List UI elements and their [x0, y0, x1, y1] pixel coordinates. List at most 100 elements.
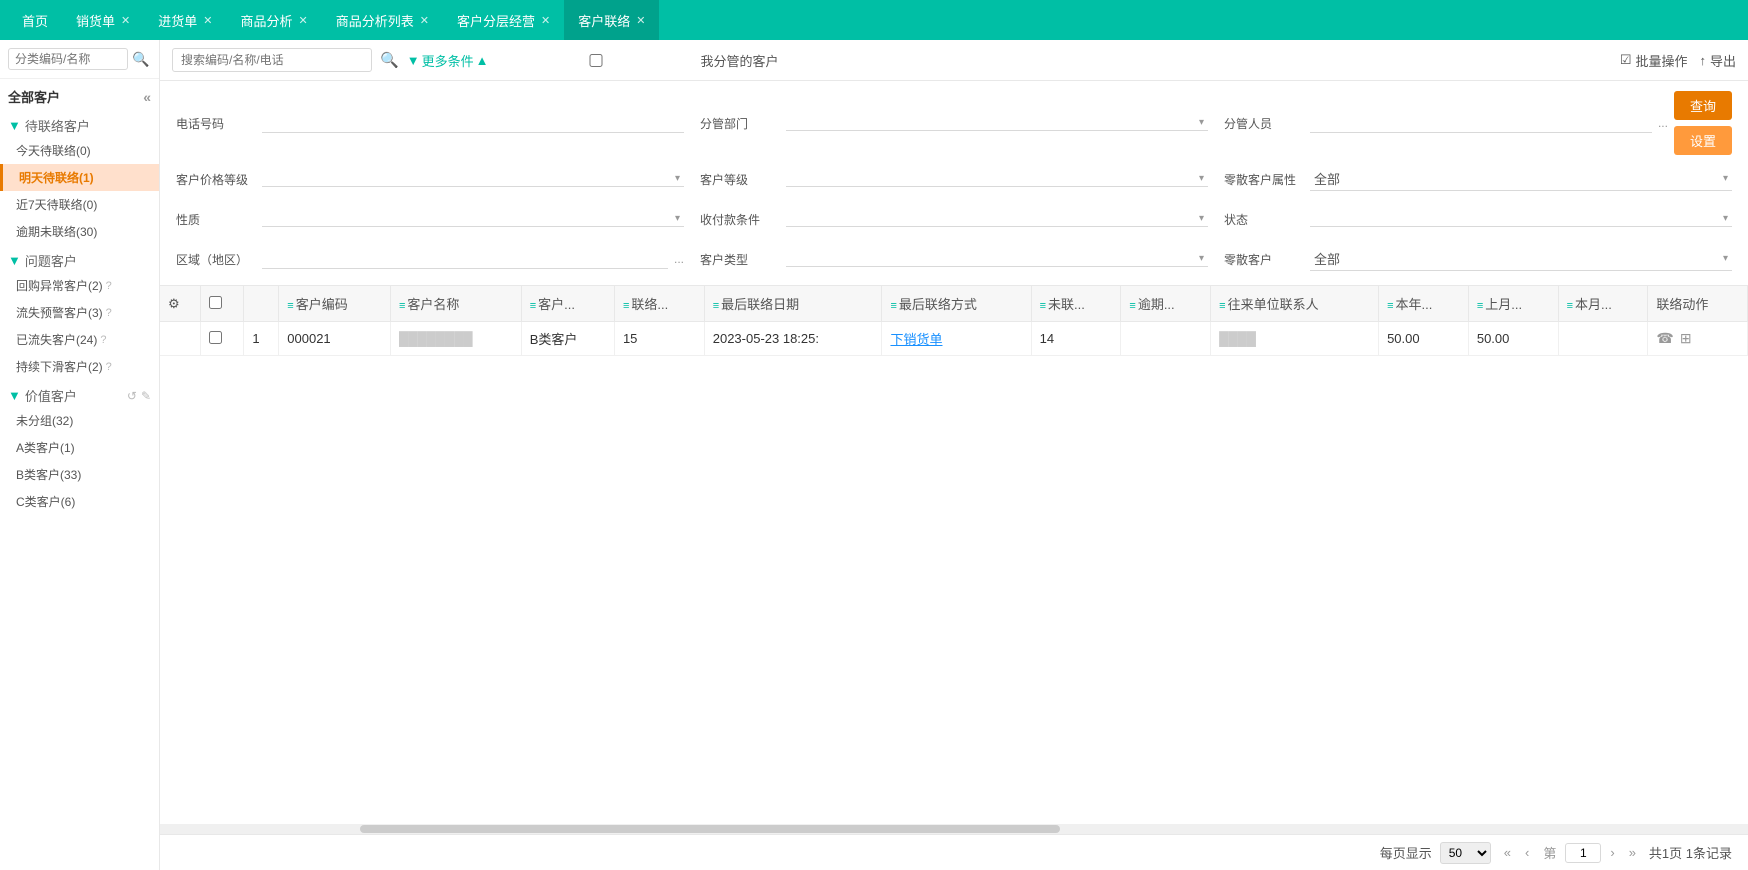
filter-dept-select[interactable]: ▾ [786, 115, 1208, 131]
sidebar-item-class-a[interactable]: A类客户(1) [0, 434, 159, 461]
sidebar-item-ungrouped[interactable]: 未分组(32) [0, 407, 159, 434]
nav-customer-contact[interactable]: 客户联络 ✕ [564, 0, 659, 40]
filter-retail-customer-select[interactable]: 全部 ▾ [1310, 247, 1732, 271]
sidebar-collapse-btn[interactable]: « [143, 89, 151, 105]
help-icon-1: ? [106, 280, 112, 292]
settings-button[interactable]: 设置 [1674, 126, 1732, 155]
col-uncontacted[interactable]: ≡未联... [1031, 286, 1121, 322]
filter-phone-input[interactable] [262, 114, 684, 133]
page-input[interactable] [1565, 843, 1601, 863]
batch-op-btn[interactable]: ☑ 批量操作 [1620, 51, 1688, 70]
sidebar-item-7days-contact[interactable]: 近7天待联络(0) [0, 191, 159, 218]
more-conditions-btn[interactable]: ▼ 更多条件 ▲ [407, 51, 489, 70]
filter-row-payment: 收付款条件 ▾ [700, 203, 1208, 235]
sidebar-item-declining[interactable]: 持续下滑客户(2)? [0, 353, 159, 380]
export-btn[interactable]: ↑ 导出 [1699, 51, 1736, 70]
close-analysis-tab[interactable]: ✕ [299, 14, 308, 27]
table-row: 1 000021 ████████ B类客户 15 2023-05-23 18:… [160, 322, 1748, 356]
triangle-icon-3: ▼ [8, 388, 21, 403]
col-type[interactable]: ≡客户... [521, 286, 614, 322]
cell-partner: ████ [1211, 322, 1379, 356]
last-page-btn[interactable]: » [1624, 843, 1641, 862]
sidebar-item-tomorrow-contact[interactable]: 明天待联络(1) [0, 164, 159, 191]
col-last-method[interactable]: ≡最后联络方式 [882, 286, 1031, 322]
col-last-month[interactable]: ≡上月... [1468, 286, 1558, 322]
filter-customer-level-select[interactable]: ▾ [786, 171, 1208, 187]
sidebar-item-overdue-contact[interactable]: 逾期未联络(30) [0, 218, 159, 245]
col-action: 联络动作 [1648, 286, 1748, 322]
action-icon-grid[interactable]: ⊞ [1680, 330, 1692, 347]
filter-region-input[interactable] [262, 250, 668, 269]
all-customers-label: 全部客户 [8, 87, 60, 106]
col-contact[interactable]: ≡联络... [614, 286, 704, 322]
filter-manager-input[interactable] [1310, 114, 1652, 133]
filter-bar: 🔍 ▼ 更多条件 ▲ 我分管的客户 ☑ 批量操作 ↑ 导出 [160, 40, 1748, 81]
col-this-month[interactable]: ≡本月... [1558, 286, 1648, 322]
col-this-year[interactable]: ≡本年... [1379, 286, 1469, 322]
col-partner[interactable]: ≡往来单位联系人 [1211, 286, 1379, 322]
prev-page-btn[interactable]: ‹ [1520, 843, 1534, 862]
filter-customer-type-select[interactable]: ▾ [786, 251, 1208, 267]
filter-region-ellipsis[interactable]: ... [674, 252, 684, 266]
last-method-link[interactable]: 下销货单 [890, 332, 942, 347]
horizontal-scrollbar[interactable] [160, 824, 1748, 834]
action-icon-phone[interactable]: ☎ [1656, 330, 1673, 347]
filter-retail-attr-select[interactable]: 全部 ▾ [1310, 167, 1732, 191]
sidebar-item-class-b[interactable]: B类客户(33) [0, 461, 159, 488]
filter-row-customer-level: 客户等级 ▾ [700, 163, 1208, 195]
my-customers-label: 我分管的客户 [700, 51, 778, 70]
close-customer-segment-tab[interactable]: ✕ [541, 14, 550, 27]
nav-purchase[interactable]: 进货单 ✕ [144, 0, 226, 40]
select-all-checkbox[interactable] [209, 296, 222, 309]
nav-customer-segment[interactable]: 客户分层经营 ✕ [443, 0, 564, 40]
edit-icon[interactable]: ✎ [141, 389, 151, 403]
sidebar-item-abnormal-repurchase[interactable]: 回购异常客户(2)? [0, 272, 159, 299]
nav-home[interactable]: 首页 [8, 0, 62, 40]
sidebar-group-pending: ▼ 待联络客户 [0, 110, 159, 137]
cell-overdue [1121, 322, 1211, 356]
scrollbar-thumb[interactable] [360, 825, 1060, 833]
close-customer-contact-tab[interactable]: ✕ [636, 14, 645, 27]
search-input[interactable] [172, 48, 372, 72]
my-customers-checkbox[interactable] [496, 54, 696, 67]
filter-payment-select[interactable]: ▾ [786, 211, 1208, 227]
nav-analysis-table[interactable]: 商品分析列表 ✕ [322, 0, 443, 40]
filter-status-select[interactable]: ▾ [1310, 211, 1732, 227]
filter-label-status: 状态 [1224, 211, 1304, 228]
my-customers-filter[interactable]: 我分管的客户 [496, 51, 778, 70]
filter-nature-select[interactable]: ▾ [262, 211, 684, 227]
col-code[interactable]: ≡客户编码 [279, 286, 391, 322]
query-button[interactable]: 查询 [1674, 91, 1732, 120]
filter-price-level-select[interactable]: ▾ [262, 171, 684, 187]
filter-manager-ellipsis[interactable]: ... [1658, 116, 1668, 130]
sidebar-search-icon[interactable]: 🔍 [132, 51, 149, 68]
filter-label-region: 区域（地区） [176, 251, 256, 268]
sidebar-item-class-c[interactable]: C类客户(6) [0, 488, 159, 515]
sidebar-item-churned[interactable]: 已流失客户(24)? [0, 326, 159, 353]
nav-sales[interactable]: 销货单 ✕ [62, 0, 144, 40]
col-overdue[interactable]: ≡逾期... [1121, 286, 1211, 322]
close-analysis-table-tab[interactable]: ✕ [420, 14, 429, 27]
sidebar-search-input[interactable] [8, 48, 128, 70]
col-last-date[interactable]: ≡最后联络日期 [704, 286, 882, 322]
col-settings[interactable]: ⚙ [160, 286, 201, 322]
col-no [244, 286, 279, 322]
chevron-down-icon-status: ▾ [1723, 213, 1728, 224]
filter-label-manager: 分管人员 [1224, 115, 1304, 132]
per-page-select[interactable]: 50 100 200 [1440, 842, 1491, 864]
close-sales-tab[interactable]: ✕ [121, 14, 130, 27]
close-purchase-tab[interactable]: ✕ [203, 14, 212, 27]
filter-action-buttons: 查询 设置 [1674, 91, 1732, 155]
col-name[interactable]: ≡客户名称 [390, 286, 521, 322]
chevron-down-icon-payment: ▾ [1199, 213, 1204, 224]
first-page-btn[interactable]: « [1499, 843, 1516, 862]
nav-analysis[interactable]: 商品分析 ✕ [226, 0, 321, 40]
refresh-icon[interactable]: ↺ [127, 389, 137, 403]
filter-row-nature: 性质 ▾ [176, 203, 684, 235]
next-page-btn[interactable]: › [1605, 843, 1619, 862]
sidebar-item-churn-warning[interactable]: 流失预警客户(3)? [0, 299, 159, 326]
row-checkbox[interactable] [209, 331, 222, 344]
search-button[interactable]: 🔍 [380, 51, 399, 69]
sidebar-item-today-contact[interactable]: 今天待联络(0) [0, 137, 159, 164]
cell-action: ☎ ⊞ [1648, 322, 1748, 356]
